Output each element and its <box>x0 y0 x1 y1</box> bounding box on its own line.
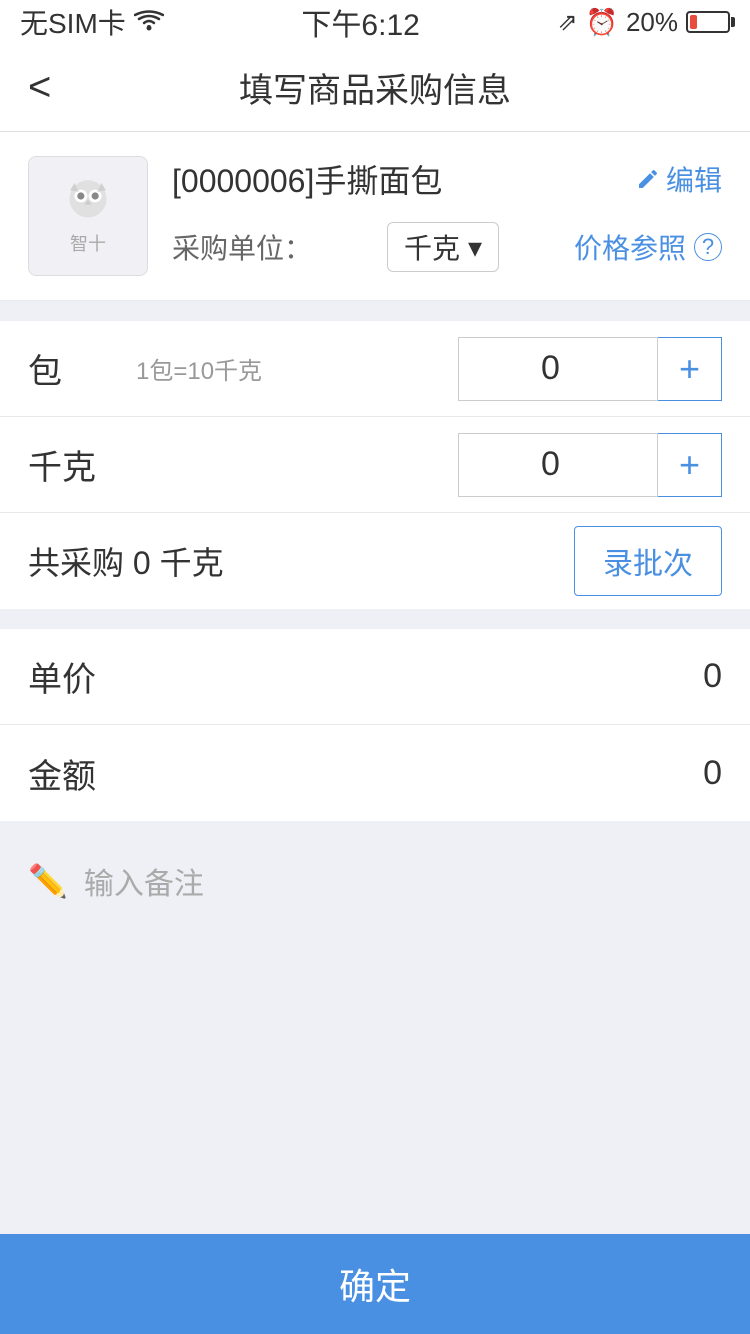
price-section: 单价 0 金额 0 <box>0 629 750 821</box>
page-title: 填写商品采购信息 <box>239 63 511 112</box>
remark-placeholder: 输入备注 <box>84 859 204 903</box>
remark-section[interactable]: ✏️ 输入备注 <box>0 821 750 941</box>
bag-input-group: + <box>458 337 722 401</box>
quantity-section: 包 1包=10千克 + 千克 + 共采购 0 千克 录批次 <box>0 321 750 609</box>
filler-area <box>0 941 750 1234</box>
battery-percentage: 20% <box>626 7 678 38</box>
bag-quantity-input[interactable] <box>458 337 658 401</box>
batch-button[interactable]: 录批次 <box>574 526 722 596</box>
summary-row: 共采购 0 千克 录批次 <box>0 513 750 609</box>
remark-edit-icon: ✏️ <box>28 862 68 900</box>
status-bar-right: ⇗ ⏰ 20% <box>557 7 730 38</box>
price-ref-help-icon: ? <box>694 233 722 261</box>
bag-sub-label: 1包=10千克 <box>136 351 262 386</box>
price-ref-button[interactable]: 价格参照 ? <box>574 227 722 267</box>
amount-label: 金额 <box>28 749 96 798</box>
bag-label: 包 <box>28 344 128 393</box>
unit-price-row: 单价 0 <box>0 629 750 725</box>
summary-text: 共采购 0 千克 <box>28 538 224 584</box>
amount-value: 0 <box>703 754 722 793</box>
status-bar-left: 无SIM卡 <box>20 2 164 42</box>
unit-price-label: 单价 <box>28 652 96 701</box>
edit-button[interactable]: 编辑 <box>636 159 722 199</box>
section-divider-1 <box>0 301 750 321</box>
kg-plus-button[interactable]: + <box>658 433 722 497</box>
product-name: [0000006]手撕面包 <box>172 156 442 202</box>
kg-input-row: 千克 + <box>0 417 750 513</box>
confirm-button[interactable]: 确定 <box>0 1234 750 1334</box>
battery-icon <box>686 11 730 33</box>
carrier-label: 无SIM卡 <box>20 2 126 42</box>
product-thumbnail <box>53 176 123 226</box>
unit-price-value: 0 <box>703 657 722 696</box>
edit-icon <box>636 167 660 191</box>
unit-selector[interactable]: 千克 ▾ <box>387 222 499 272</box>
section-divider-2 <box>0 609 750 629</box>
kg-quantity-input[interactable] <box>458 433 658 497</box>
location-icon: ⇗ <box>557 8 577 37</box>
dropdown-arrow-icon: ▾ <box>468 231 482 264</box>
kg-input-group: + <box>458 433 722 497</box>
status-bar-time: 下午6:12 <box>301 0 419 44</box>
nav-bar: < 填写商品采购信息 <box>0 44 750 132</box>
back-button[interactable]: < <box>28 65 51 110</box>
status-bar: 无SIM卡 下午6:12 ⇗ ⏰ 20% <box>0 0 750 44</box>
logo-text: 智十 <box>70 230 106 256</box>
bag-input-row: 包 1包=10千克 + <box>0 321 750 417</box>
product-info: [0000006]手撕面包 编辑 采购单位： 千克 ▾ 价格参照 ? <box>172 156 722 272</box>
product-image: 智十 <box>28 156 148 276</box>
wifi-icon <box>134 6 164 38</box>
unit-value: 千克 <box>404 227 460 267</box>
kg-label: 千克 <box>28 440 128 489</box>
amount-row: 金额 0 <box>0 725 750 821</box>
alarm-icon: ⏰ <box>586 7 618 38</box>
purchase-unit-label: 采购单位： <box>172 227 312 267</box>
bag-plus-button[interactable]: + <box>658 337 722 401</box>
product-card: 智十 [0000006]手撕面包 编辑 采购单位： 千克 ▾ 价格参照 ? <box>0 132 750 301</box>
